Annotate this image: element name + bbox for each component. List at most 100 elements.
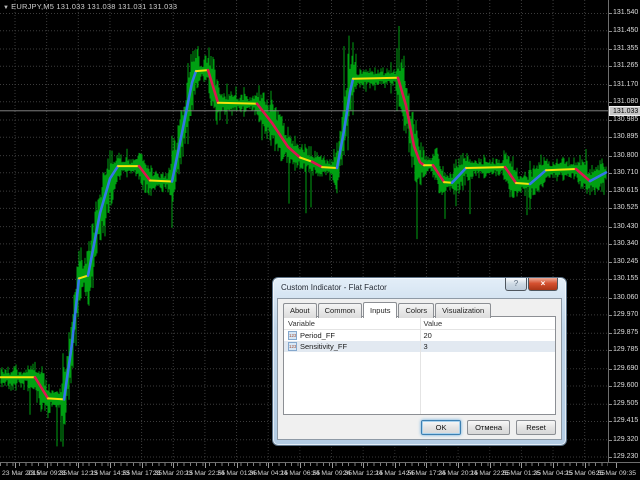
tab-common[interactable]: Common bbox=[318, 303, 362, 318]
price-label: 131.355 bbox=[613, 45, 638, 53]
time-axis[interactable]: 23 Mar 201523 Mar 09:3523 Mar 12:1523 Ma… bbox=[0, 462, 640, 480]
price-tick bbox=[609, 350, 612, 351]
time-tick bbox=[173, 463, 174, 468]
time-tick bbox=[268, 463, 269, 468]
time-tick bbox=[205, 463, 206, 468]
int-param-icon: 123 bbox=[288, 331, 297, 340]
price-tick bbox=[609, 421, 612, 422]
time-tick bbox=[585, 463, 586, 468]
price-tick bbox=[609, 85, 612, 86]
price-tick bbox=[609, 191, 612, 192]
price-tick bbox=[609, 120, 612, 121]
time-tick bbox=[395, 463, 396, 468]
time-tick bbox=[490, 463, 491, 468]
time-tick bbox=[142, 463, 143, 468]
inputs-tab-page: VariableValue 123Period_FF 20 123Sensitivit… bbox=[283, 316, 556, 415]
price-label: 130.525 bbox=[613, 204, 638, 212]
parameters-table: VariableValue 123Period_FF 20 123Sensitivit… bbox=[284, 317, 555, 414]
symbol-ohlc-label: ▼EURJPY,M5 131.033 131.038 131.031 131.0… bbox=[3, 2, 177, 11]
price-label: 131.265 bbox=[613, 62, 638, 70]
price-label: 129.320 bbox=[613, 436, 638, 444]
price-tick bbox=[609, 31, 612, 32]
column-header: Variable bbox=[284, 319, 420, 328]
price-label: 129.600 bbox=[613, 382, 638, 390]
price-label: 130.615 bbox=[613, 187, 638, 195]
price-tick bbox=[609, 369, 612, 370]
price-tick bbox=[609, 298, 612, 299]
column-header: Value bbox=[420, 319, 556, 328]
tab-inputs[interactable]: Inputs bbox=[363, 302, 397, 318]
price-label: 131.450 bbox=[613, 27, 638, 35]
price-label: 130.340 bbox=[613, 240, 638, 248]
dialog-title: Custom Indicator - Flat Factor bbox=[281, 283, 387, 292]
metatrader-chart-window: ▼EURJPY,M5 131.033 131.038 131.031 131.0… bbox=[0, 0, 640, 480]
price-axis[interactable]: 131.540 131.450 131.355 131.265 131.170 131.0… bbox=[608, 0, 640, 462]
int-param-icon: 123 bbox=[288, 342, 297, 351]
time-tick bbox=[78, 463, 79, 468]
price-tick bbox=[609, 440, 612, 441]
price-tick bbox=[609, 244, 612, 245]
price-label: 129.505 bbox=[613, 400, 638, 408]
price-tick bbox=[609, 315, 612, 316]
price-label: 130.060 bbox=[613, 294, 638, 302]
price-tick bbox=[609, 208, 612, 209]
close-button[interactable]: × bbox=[528, 278, 558, 291]
help-button[interactable]: ? bbox=[505, 278, 527, 291]
time-tick bbox=[237, 463, 238, 468]
time-tick bbox=[300, 463, 301, 468]
dialog-buttons: OK Отмена Reset bbox=[283, 420, 556, 435]
price-label: 130.710 bbox=[613, 169, 638, 177]
price-tick bbox=[609, 13, 612, 14]
time-tick bbox=[553, 463, 554, 468]
param-name: Period_FF bbox=[300, 331, 335, 340]
time-tick-strip bbox=[0, 463, 608, 466]
price-tick bbox=[609, 457, 612, 458]
price-label: 129.970 bbox=[613, 311, 638, 319]
price-label: 130.985 bbox=[613, 116, 638, 124]
price-label: 129.230 bbox=[613, 453, 638, 461]
price-tick bbox=[609, 227, 612, 228]
price-label: 129.415 bbox=[613, 417, 638, 425]
time-tick bbox=[521, 463, 522, 468]
dialog-tabs: AboutCommonInputsColorsVisualization bbox=[283, 303, 556, 317]
price-tick bbox=[609, 386, 612, 387]
dialog-titlebar[interactable]: Custom Indicator - Flat Factor ? × bbox=[273, 278, 566, 298]
price-tick bbox=[609, 49, 612, 50]
tab-visualization[interactable]: Visualization bbox=[435, 303, 491, 318]
price-label: 130.155 bbox=[613, 275, 638, 283]
price-label: 129.690 bbox=[613, 365, 638, 373]
price-tick bbox=[609, 156, 612, 157]
price-label: 129.785 bbox=[613, 346, 638, 354]
param-value[interactable]: 20 bbox=[420, 331, 556, 340]
indicator-properties-dialog: Custom Indicator - Flat Factor ? × About… bbox=[272, 277, 567, 446]
price-label: 130.895 bbox=[613, 133, 638, 141]
time-tick bbox=[47, 463, 48, 468]
price-label: 131.540 bbox=[613, 9, 638, 17]
time-tick bbox=[363, 463, 364, 468]
price-label: 130.800 bbox=[613, 152, 638, 160]
price-tick bbox=[609, 66, 612, 67]
price-label: 130.430 bbox=[613, 223, 638, 231]
tab-colors[interactable]: Colors bbox=[398, 303, 434, 318]
param-name: Sensitivity_FF bbox=[300, 342, 347, 351]
time-tick bbox=[110, 463, 111, 468]
time-tick bbox=[15, 463, 16, 468]
price-label: 131.170 bbox=[613, 81, 638, 89]
price-tick bbox=[609, 333, 612, 334]
price-label: 131.080 bbox=[613, 98, 638, 106]
price-tick bbox=[609, 173, 612, 174]
reset-button[interactable]: Reset bbox=[516, 420, 556, 435]
ok-button[interactable]: OK bbox=[421, 420, 461, 435]
price-label: 129.875 bbox=[613, 329, 638, 337]
price-tick bbox=[609, 262, 612, 263]
price-tick bbox=[609, 102, 612, 103]
tab-about[interactable]: About bbox=[283, 303, 317, 318]
cancel-button[interactable]: Отмена bbox=[467, 420, 510, 435]
time-tick bbox=[332, 463, 333, 468]
price-label: 130.245 bbox=[613, 258, 638, 266]
time-label: 25 Mar 09:35 bbox=[596, 470, 636, 477]
param-value[interactable]: 3 bbox=[420, 342, 556, 351]
price-tick bbox=[609, 404, 612, 405]
column-divider bbox=[420, 317, 421, 414]
price-tick bbox=[609, 137, 612, 138]
